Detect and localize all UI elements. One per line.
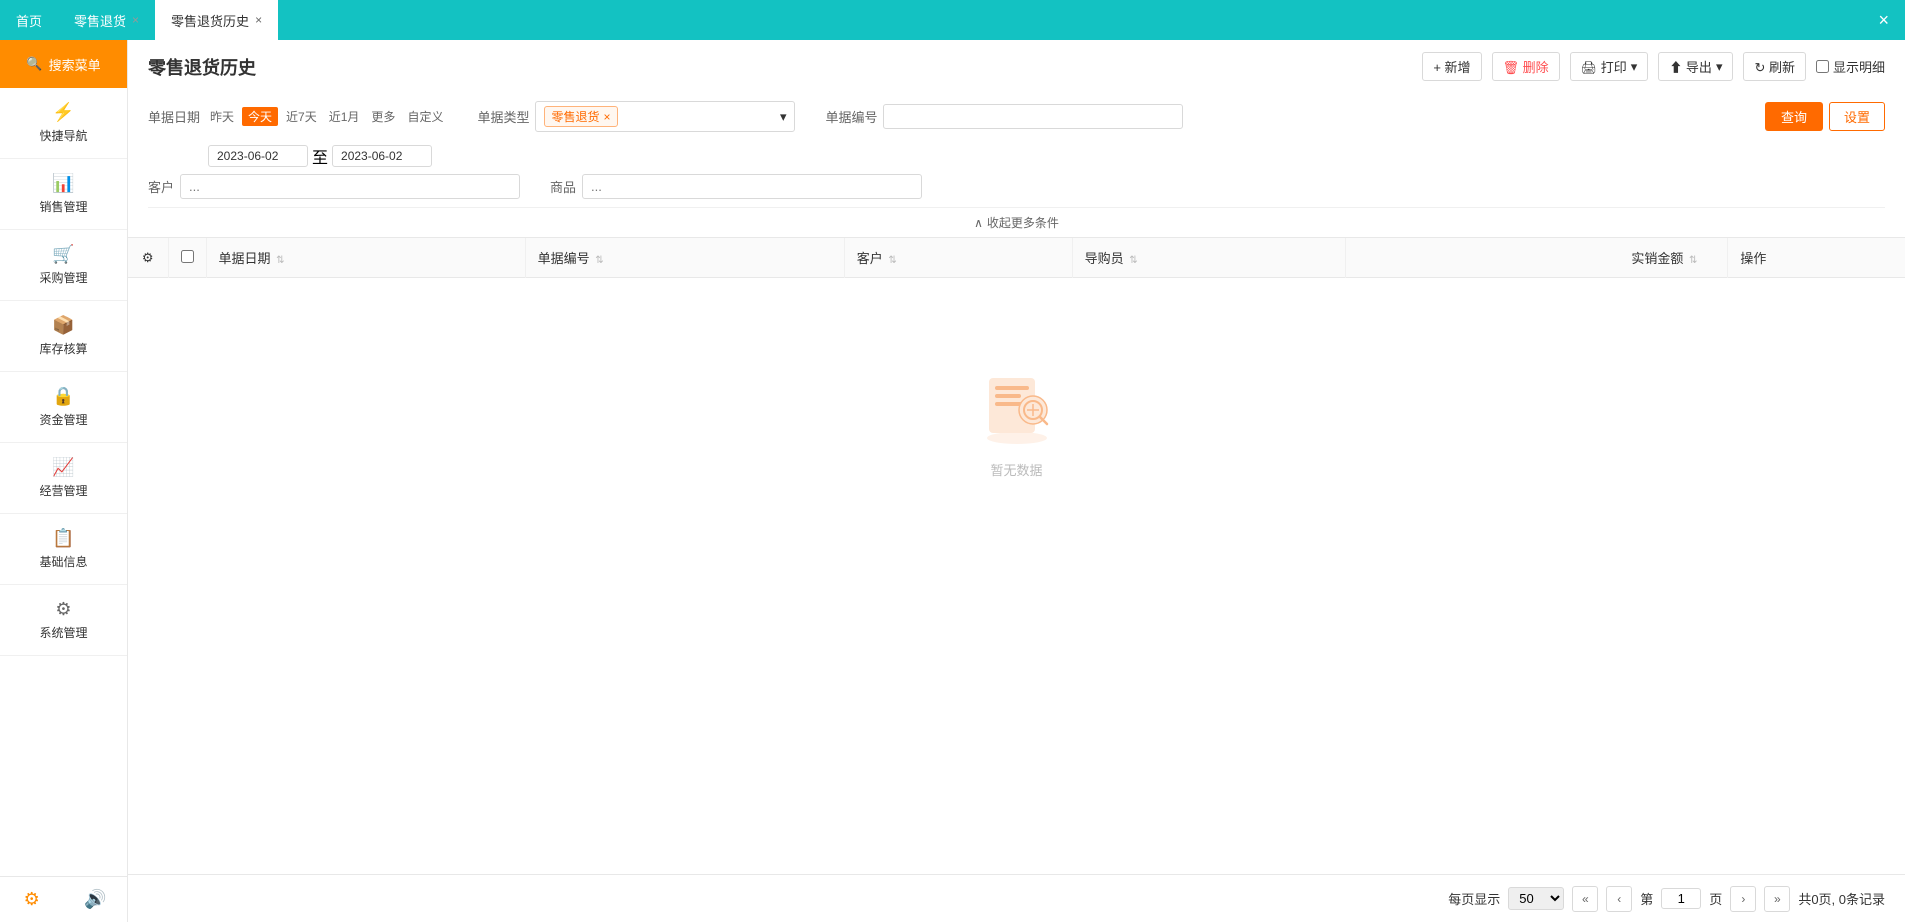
table-wrapper: ⚙ 单据日期 ⇅ 单据编号 ⇅: [128, 238, 1905, 874]
close-retail-return-history-tab[interactable]: ×: [255, 13, 262, 27]
delete-button[interactable]: 🗑 删除: [1492, 52, 1560, 81]
goods-input[interactable]: [582, 174, 922, 199]
operation-icon: 📈: [52, 457, 74, 478]
first-page-btn[interactable]: «: [1572, 886, 1598, 912]
sidebar-item-operation[interactable]: 📈 经营管理: [0, 443, 127, 514]
page-title: 零售退货历史: [148, 54, 256, 80]
shortcut-7days[interactable]: 近7天: [282, 107, 321, 126]
finance-icon: 🔒: [52, 386, 74, 407]
purchase-icon: 🛒: [52, 244, 74, 265]
shortcut-1month[interactable]: 近1月: [325, 107, 364, 126]
sort-number-icon: ⇅: [595, 255, 603, 266]
shortcut-today[interactable]: 今天: [242, 107, 278, 126]
th-number[interactable]: 单据编号 ⇅: [525, 238, 844, 278]
select-dropdown-icon: ▾: [780, 109, 787, 125]
th-action: 操作: [1728, 238, 1905, 278]
gear-icon: ⚙: [142, 250, 154, 265]
th-customer[interactable]: 客户 ⇅: [844, 238, 1072, 278]
sales-icon: 📊: [52, 173, 74, 194]
new-button[interactable]: + 新增: [1422, 52, 1481, 81]
sidebar-item-quick-nav[interactable]: ⚡ 快捷导航: [0, 88, 127, 159]
collapse-icon: ∧: [974, 216, 983, 230]
export-dropdown-icon: ▾: [1716, 59, 1723, 75]
setting-button[interactable]: 设置: [1829, 102, 1885, 131]
tab-retail-return-history[interactable]: 零售退货历史 ×: [155, 0, 278, 40]
sidebar: 🔍 搜索菜单 ⚡ 快捷导航 📊 销售管理 🛒 采购管理 📦 库存核算 🔒 资金管…: [0, 40, 128, 922]
search-icon: 🔍: [26, 56, 42, 72]
tag-close-icon[interactable]: ×: [603, 110, 610, 124]
customer-filter: 客户: [148, 174, 520, 199]
basic-icon: 📋: [52, 528, 74, 549]
select-all-checkbox[interactable]: [181, 250, 194, 263]
date-filter: 单据日期 昨天 今天 近7天 近1月 更多 自定义: [148, 107, 447, 126]
page-header: 零售退货历史 + 新增 🗑 删除 🖨 打印 ▾ ⬆ 导出 ▾ ↻ 刷新: [128, 40, 1905, 238]
sidebar-bottom: ⚙ 🔊: [0, 876, 127, 922]
sidebar-item-basic[interactable]: 📋 基础信息: [0, 514, 127, 585]
sort-guide-icon: ⇅: [1129, 255, 1137, 266]
sidebar-item-inventory[interactable]: 📦 库存核算: [0, 301, 127, 372]
tab-home[interactable]: 首页: [0, 0, 58, 40]
inventory-icon: 📦: [52, 315, 74, 336]
volume-icon: 🔊: [84, 889, 106, 910]
window-close-button[interactable]: ×: [1862, 10, 1905, 31]
shortcut-yesterday[interactable]: 昨天: [206, 107, 238, 126]
content-area: 零售退货历史 + 新增 🗑 删除 🖨 打印 ▾ ⬆ 导出 ▾ ↻ 刷新: [128, 40, 1905, 922]
prev-page-btn[interactable]: ‹: [1606, 886, 1632, 912]
th-date[interactable]: 单据日期 ⇅: [206, 238, 525, 278]
page-number-input[interactable]: [1661, 888, 1701, 909]
shortcut-more[interactable]: 更多: [367, 107, 399, 126]
sidebar-volume-btn[interactable]: 🔊: [64, 877, 128, 922]
th-guide[interactable]: 导购员 ⇅: [1072, 238, 1346, 278]
data-table: ⚙ 单据日期 ⇅ 单据编号 ⇅: [128, 238, 1905, 559]
th-amount[interactable]: 实销金额 ⇅: [1346, 238, 1728, 278]
sidebar-item-finance[interactable]: 🔒 资金管理: [0, 372, 127, 443]
bill-type-select[interactable]: 零售退货 × ▾: [535, 101, 795, 132]
next-page-btn[interactable]: ›: [1730, 886, 1756, 912]
th-settings[interactable]: ⚙: [128, 238, 168, 278]
tab-retail-return[interactable]: 零售退货 ×: [58, 0, 155, 40]
toolbar: + 新增 🗑 删除 🖨 打印 ▾ ⬆ 导出 ▾ ↻ 刷新 显示明细: [1422, 52, 1885, 81]
close-retail-return-tab[interactable]: ×: [132, 13, 139, 27]
settings-icon: ⚙: [24, 889, 40, 910]
date-from-input[interactable]: [208, 145, 308, 167]
sort-customer-icon: ⇅: [888, 255, 896, 266]
th-check[interactable]: [168, 238, 206, 278]
date-range: 至: [208, 144, 432, 168]
refresh-button[interactable]: ↻ 刷新: [1743, 52, 1806, 81]
query-button[interactable]: 查询: [1765, 102, 1823, 131]
sidebar-settings-btn[interactable]: ⚙: [0, 877, 64, 922]
goods-filter: 商品: [550, 174, 922, 199]
system-icon: ⚙: [55, 599, 71, 620]
date-shortcuts: 昨天 今天 近7天 近1月 更多 自定义: [206, 107, 447, 126]
empty-illustration: [967, 358, 1067, 448]
bill-number-filter: 单据编号: [825, 104, 1183, 129]
display-toggle-checkbox[interactable]: [1816, 60, 1829, 73]
pagination-total: 共0页, 0条记录: [1798, 889, 1885, 908]
page-size-select[interactable]: 50 20 100: [1508, 887, 1564, 910]
sort-date-icon: ⇅: [276, 255, 284, 266]
bill-type-tag: 零售退货 ×: [544, 106, 617, 127]
customer-input[interactable]: [180, 174, 520, 199]
sidebar-item-system[interactable]: ⚙ 系统管理: [0, 585, 127, 656]
top-tab-bar: 首页 零售退货 × 零售退货历史 × ×: [0, 0, 1905, 40]
collapse-filters-btn[interactable]: ∧ 收起更多条件: [148, 207, 1885, 237]
print-button[interactable]: 🖨 打印 ▾: [1570, 52, 1649, 81]
export-button[interactable]: ⬆ 导出 ▾: [1658, 52, 1733, 81]
pagination-bar: 每页显示 50 20 100 « ‹ 第 页 › » 共0页, 0条记录: [128, 874, 1905, 922]
shortcut-custom[interactable]: 自定义: [403, 107, 447, 126]
sidebar-search[interactable]: 🔍 搜索菜单: [0, 40, 127, 88]
display-toggle[interactable]: 显示明细: [1816, 57, 1885, 76]
print-dropdown-icon: ▾: [1631, 59, 1638, 75]
filter-area: 单据日期 昨天 今天 近7天 近1月 更多 自定义 单据类型: [148, 91, 1885, 237]
sidebar-item-sales[interactable]: 📊 销售管理: [0, 159, 127, 230]
empty-state: 暂无数据: [128, 278, 1905, 559]
bill-number-input[interactable]: [883, 104, 1183, 129]
last-page-btn[interactable]: »: [1764, 886, 1790, 912]
bill-type-filter: 单据类型 零售退货 × ▾: [477, 101, 795, 132]
quick-nav-icon: ⚡: [52, 102, 74, 123]
sidebar-item-purchase[interactable]: 🛒 采购管理: [0, 230, 127, 301]
date-to-input[interactable]: [332, 145, 432, 167]
sort-amount-icon: ⇅: [1689, 255, 1697, 266]
